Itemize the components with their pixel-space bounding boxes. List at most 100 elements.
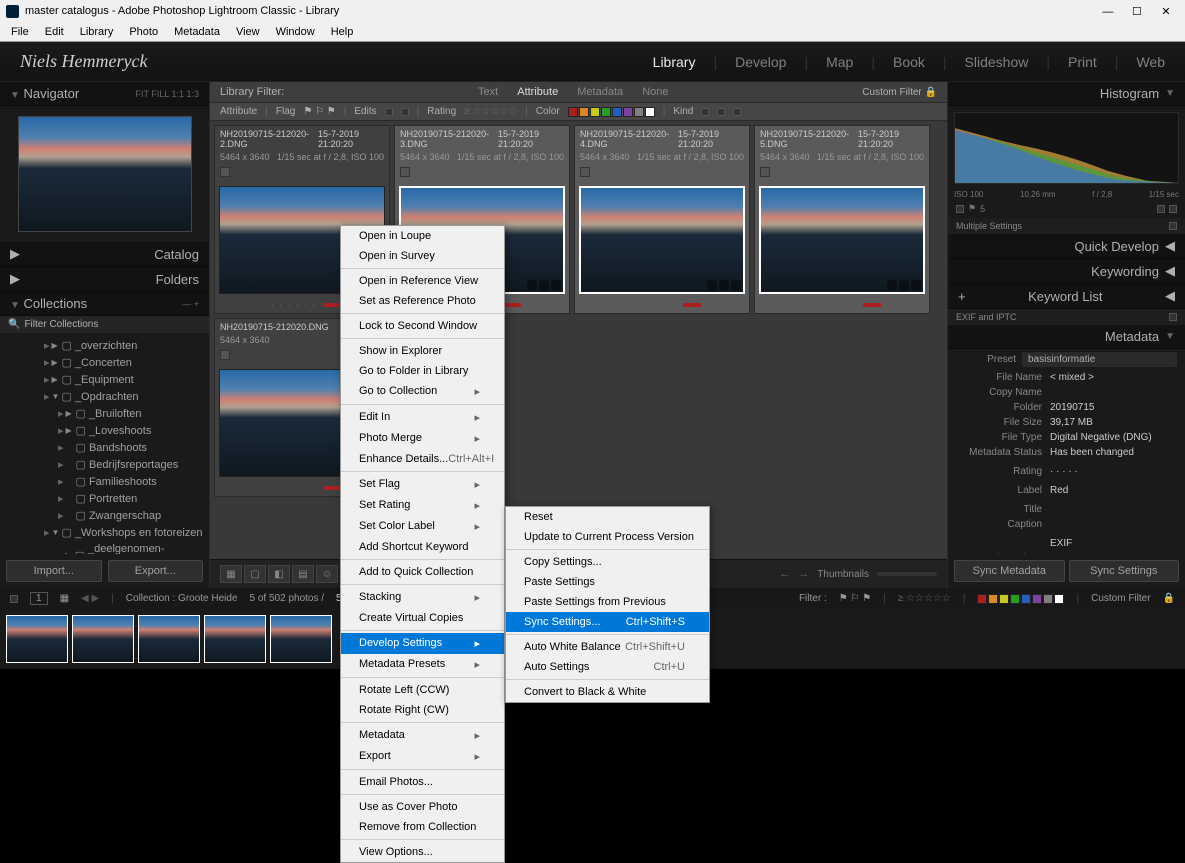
filter-rating[interactable]: ≥ ☆☆☆☆☆: [898, 593, 951, 604]
menu-item[interactable]: Auto White BalanceCtrl+Shift+U: [506, 637, 709, 657]
menu-window[interactable]: Window: [269, 24, 322, 40]
compare-view-icon[interactable]: ◧: [268, 565, 290, 583]
custom-filter-preset[interactable]: Custom Filter: [862, 87, 921, 98]
tree-item[interactable]: ▸ ▢Bandshoots: [0, 439, 209, 456]
module-library[interactable]: Library: [653, 54, 696, 70]
thumbnail-cell[interactable]: NH20190715-212020-5.DNG15-7-2019 21:20:2…: [754, 125, 930, 314]
close-button[interactable]: ✕: [1153, 5, 1179, 18]
menu-item[interactable]: Sync Settings...Ctrl+Shift+S: [506, 612, 709, 632]
menu-item[interactable]: Set Color Label▸: [341, 516, 504, 537]
minimize-button[interactable]: —: [1095, 6, 1121, 18]
filter-tab-none[interactable]: None: [634, 86, 676, 98]
menu-photo[interactable]: Photo: [122, 24, 165, 40]
loupe-view-icon[interactable]: ▢: [244, 565, 266, 583]
keywording-panel[interactable]: Keywording ◀: [948, 259, 1185, 284]
tree-item[interactable]: ▸▶ ▢_Equipment: [0, 371, 209, 388]
filter-tab-attribute[interactable]: Attribute: [509, 86, 566, 98]
menu-item[interactable]: Remove from Collection: [341, 817, 504, 837]
module-slideshow[interactable]: Slideshow: [965, 54, 1029, 70]
menu-item[interactable]: Create Virtual Copies: [341, 608, 504, 628]
module-develop[interactable]: Develop: [735, 54, 786, 70]
color-filter[interactable]: [568, 107, 655, 117]
menu-item[interactable]: Open in Reference View: [341, 271, 504, 291]
metadata-preset[interactable]: Presetbasisinformatie: [948, 349, 1185, 370]
menu-item[interactable]: Go to Collection▸: [341, 381, 504, 402]
menu-item[interactable]: View Options...: [341, 842, 504, 862]
thumbnail-grid[interactable]: NH20190715-212020-2.DNG15-7-2019 21:20:2…: [210, 121, 947, 559]
module-map[interactable]: Map: [826, 54, 853, 70]
tree-item[interactable]: ▸ ▢Bedrijfsreportages: [0, 456, 209, 473]
menu-help[interactable]: Help: [324, 24, 361, 40]
thumbnail-cell[interactable]: NH20190715-212020-4.DNG15-7-2019 21:20:2…: [574, 125, 750, 314]
chevron-icon[interactable]: ◀ ▶: [81, 593, 99, 604]
metadata-header[interactable]: Metadata ▼: [948, 325, 1185, 349]
menu-item[interactable]: Open in Loupe: [341, 226, 504, 246]
menu-item[interactable]: Update to Current Process Version: [506, 527, 709, 547]
menu-item[interactable]: Add Shortcut Keyword: [341, 537, 504, 557]
keyword-list-panel[interactable]: +Keyword List ◀: [948, 284, 1185, 309]
module-print[interactable]: Print: [1068, 54, 1097, 70]
menu-item[interactable]: Copy Settings...: [506, 552, 709, 572]
filmstrip-thumb[interactable]: [270, 615, 332, 663]
menu-item[interactable]: Rotate Left (CCW): [341, 680, 504, 700]
status-collection[interactable]: Collection : Groote Heide: [126, 593, 238, 604]
histogram-chart[interactable]: [954, 112, 1179, 184]
navigator-zoom[interactable]: FIT FILL 1:1 1:3: [135, 89, 199, 99]
catalog-panel[interactable]: ▶Catalog: [0, 242, 209, 267]
menu-library[interactable]: Library: [73, 24, 121, 40]
menu-item[interactable]: Convert to Black & White: [506, 682, 709, 702]
menu-edit[interactable]: Edit: [38, 24, 71, 40]
navigator-header[interactable]: ▼ Navigator FIT FILL 1:1 1:3: [0, 82, 209, 106]
menu-item[interactable]: Photo Merge▸: [341, 428, 504, 449]
status-window-icon[interactable]: [10, 595, 18, 603]
tree-item[interactable]: ▸▼ ▢_Workshops en fotoreizen: [0, 524, 209, 541]
rating-filter[interactable]: ≥ ☆☆☆☆☆: [464, 106, 517, 117]
tree-item[interactable]: ▸▼ ▢_Opdrachten: [0, 388, 209, 405]
menu-item[interactable]: Develop Settings▸: [341, 633, 504, 654]
menu-item[interactable]: Show in Explorer: [341, 341, 504, 361]
menu-item[interactable]: Set Flag▸: [341, 474, 504, 495]
context-menu[interactable]: Open in LoupeOpen in Survey Open in Refer…: [340, 225, 505, 863]
menu-item[interactable]: Export▸: [341, 746, 504, 767]
menu-item[interactable]: Stacking▸: [341, 587, 504, 608]
tree-item[interactable]: ▸ ▢Familieshoots: [0, 473, 209, 490]
histogram-header[interactable]: Histogram ▼: [948, 82, 1185, 106]
filter-tab-metadata[interactable]: Metadata: [569, 86, 631, 98]
sync-settings-button[interactable]: Sync Settings: [1069, 560, 1180, 582]
tree-item[interactable]: ▸ ▢Portretten: [0, 490, 209, 507]
quick-develop-panel[interactable]: Quick Develop ◀: [948, 234, 1185, 259]
people-view-icon[interactable]: ☺: [316, 565, 338, 583]
tree-item[interactable]: ▸▶ ▢_deelgenomen-worksho...: [0, 541, 209, 554]
flag-icon[interactable]: ⚑ ⚐ ⚑: [303, 106, 335, 117]
filmstrip-thumb[interactable]: [138, 615, 200, 663]
menu-item[interactable]: Metadata Presets▸: [341, 654, 504, 675]
menu-item[interactable]: Email Photos...: [341, 772, 504, 792]
menu-item[interactable]: Set Rating▸: [341, 495, 504, 516]
menu-item[interactable]: Open in Survey: [341, 246, 504, 266]
menu-view[interactable]: View: [229, 24, 267, 40]
filmstrip-color-filter[interactable]: [977, 594, 1064, 604]
navigator-preview[interactable]: [18, 116, 192, 232]
context-submenu[interactable]: ResetUpdate to Current Process Version Co…: [505, 506, 710, 703]
menu-item[interactable]: Rotate Right (CW): [341, 700, 504, 720]
module-book[interactable]: Book: [893, 54, 925, 70]
folders-panel[interactable]: ▶Folders: [0, 267, 209, 292]
menu-item[interactable]: Reset: [506, 507, 709, 527]
module-web[interactable]: Web: [1136, 54, 1165, 70]
filter-tab-text[interactable]: Text: [470, 86, 506, 98]
next-arrow-icon[interactable]: →: [798, 568, 809, 580]
menu-item[interactable]: Use as Cover Photo: [341, 797, 504, 817]
menu-item[interactable]: Edit In▸: [341, 407, 504, 428]
menu-item[interactable]: Auto SettingsCtrl+U: [506, 657, 709, 677]
import-button[interactable]: Import...: [6, 560, 102, 582]
filmstrip-custom-filter[interactable]: Custom Filter: [1091, 593, 1150, 604]
tree-item[interactable]: ▸▶ ▢_overzichten: [0, 337, 209, 354]
filter-flag-icons[interactable]: ⚑ ⚐ ⚑: [839, 593, 871, 604]
menu-item[interactable]: Metadata▸: [341, 725, 504, 746]
maximize-button[interactable]: ☐: [1124, 5, 1150, 18]
filmstrip-thumb[interactable]: [72, 615, 134, 663]
lock-icon[interactable]: 🔒: [1163, 593, 1175, 604]
prev-arrow-icon[interactable]: ←: [779, 568, 790, 580]
sync-metadata-button[interactable]: Sync Metadata: [954, 560, 1065, 582]
menu-item[interactable]: Go to Folder in Library: [341, 361, 504, 381]
